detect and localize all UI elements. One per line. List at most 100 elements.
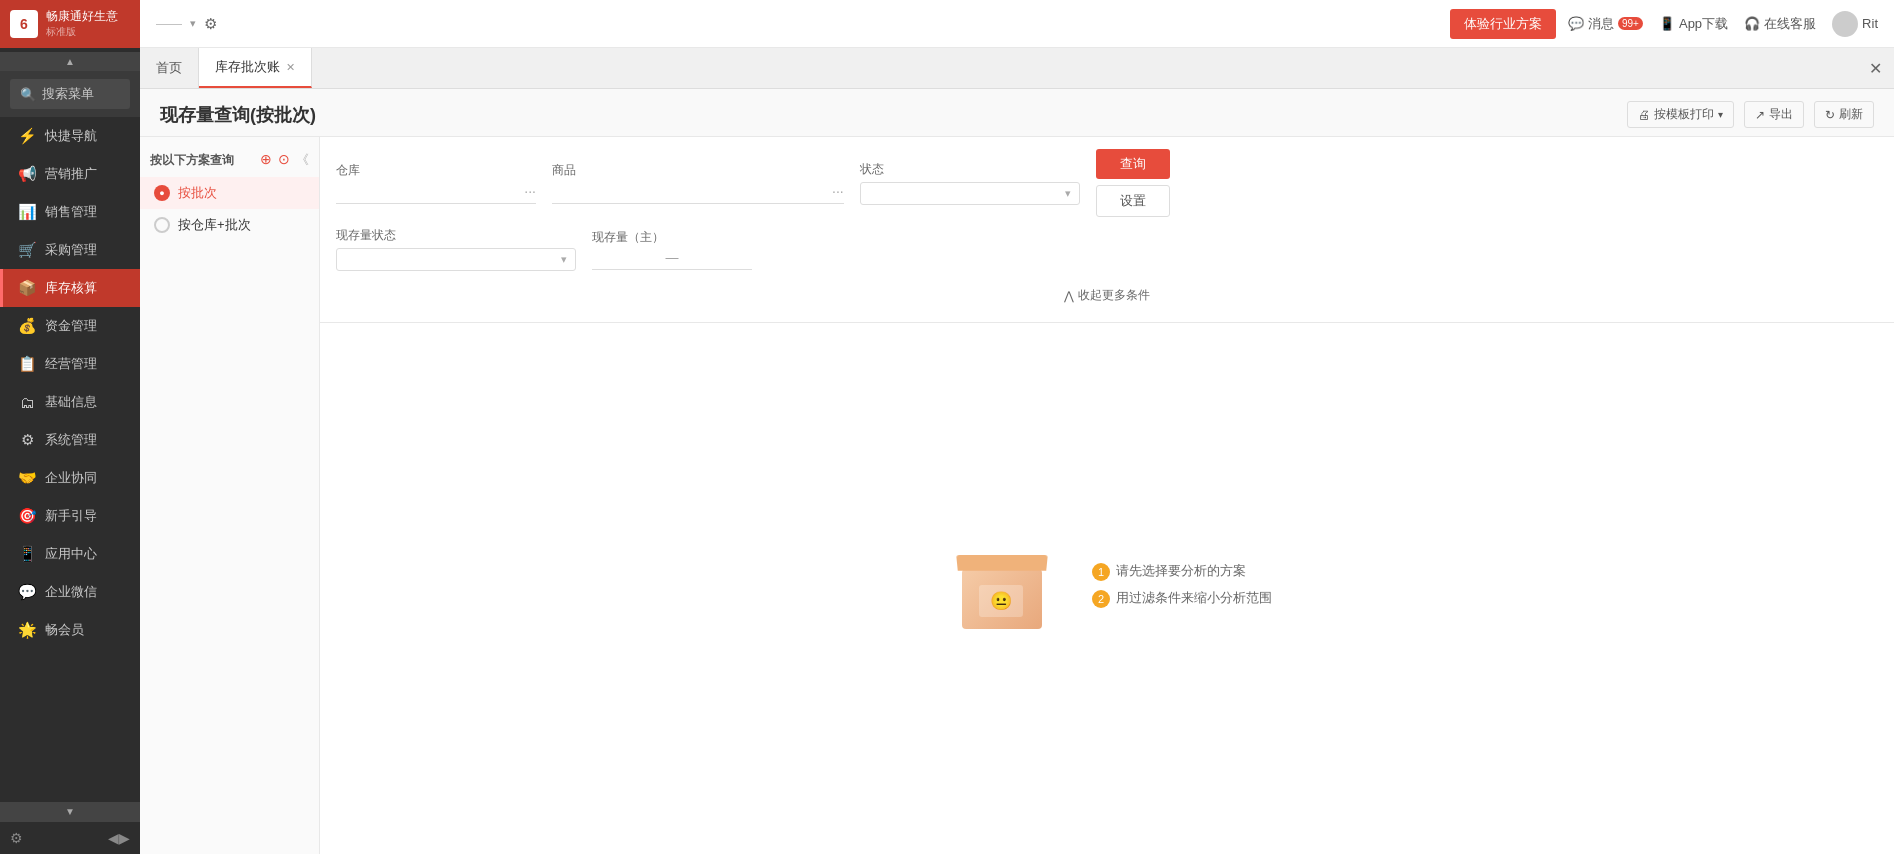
tip-1-number: 1 — [1092, 563, 1110, 581]
main-area: —— ▾ ⚙ 体验行业方案 💬 消息 99+ 📱 App下载 🎧 在线客服 Ri… — [140, 0, 1894, 854]
product-more-icon[interactable]: ··· — [832, 183, 844, 199]
status-select[interactable]: ▾ — [860, 182, 1080, 205]
left-panel-icons: ⊕ ⊙ 《 — [260, 151, 309, 169]
left-panel-header: 按以下方案查询 ⊕ ⊙ 《 — [140, 147, 319, 177]
sidebar-icon-purchase: 🛒 — [17, 241, 37, 259]
sidebar-item-purchase[interactable]: 🛒采购管理 — [0, 231, 140, 269]
headset-icon: 🎧 — [1744, 16, 1760, 31]
stock-status-select[interactable]: ▾ — [336, 248, 576, 271]
app-download-item[interactable]: 📱 App下载 — [1659, 15, 1728, 33]
sidebar-icon-basic: 🗂 — [17, 394, 37, 411]
warehouse-input-wrap: ··· — [336, 183, 536, 204]
search-icon: 🔍 — [20, 87, 36, 102]
topbar: —— ▾ ⚙ 体验行业方案 💬 消息 99+ 📱 App下载 🎧 在线客服 Ri… — [140, 0, 1894, 48]
online-service-item[interactable]: 🎧 在线客服 — [1744, 15, 1816, 33]
sidebar-item-newbie[interactable]: 🎯新手引导 — [0, 497, 140, 535]
status-label: 状态 — [860, 161, 1080, 178]
warehouse-more-icon[interactable]: ··· — [524, 183, 536, 199]
stock-quantity-field: 现存量（主） — — [592, 229, 752, 270]
scheme-inactive-dot — [154, 217, 170, 233]
sidebar-header: 6 畅康通好生意 标准版 — [0, 0, 140, 48]
sidebar-scroll-down[interactable]: ▼ — [0, 802, 140, 821]
sidebar-item-enterprise[interactable]: 🤝企业协同 — [0, 459, 140, 497]
sidebar-label-wechat: 企业微信 — [45, 583, 97, 601]
trial-button[interactable]: 体验行业方案 — [1450, 9, 1556, 39]
search-menu-button[interactable]: 🔍 搜索菜单 — [10, 79, 130, 109]
page-title: 现存量查询(按批次) — [160, 103, 316, 127]
tip-1: 1 请先选择要分析的方案 — [1092, 562, 1272, 581]
add-scheme-icon[interactable]: ⊕ — [260, 151, 272, 169]
product-label: 商品 — [552, 162, 844, 179]
sidebar-scroll-up[interactable]: ▲ — [0, 52, 140, 71]
product-input[interactable] — [552, 184, 832, 199]
settings-footer-btn[interactable]: ⚙ — [10, 830, 23, 846]
sidebar-item-basic[interactable]: 🗂基础信息 — [0, 383, 140, 421]
page-body: 按以下方案查询 ⊕ ⊙ 《 ● 按批次 按仓库+批次 — [140, 137, 1894, 854]
sidebar-label-app-center: 应用中心 — [45, 545, 97, 563]
scheme-item-by-warehouse-batch[interactable]: 按仓库+批次 — [140, 209, 319, 241]
sidebar-label-marketing: 营销推广 — [45, 165, 97, 183]
sidebar-label-quick-nav: 快捷导航 — [45, 127, 97, 145]
tip-2-number: 2 — [1092, 590, 1110, 608]
app-name: 畅康通好生意 — [46, 9, 118, 25]
box-face: 😐 — [979, 585, 1023, 617]
app-logo: 6 — [10, 10, 38, 38]
sidebar-label-inventory: 库存核算 — [45, 279, 97, 297]
product-input-wrap: ··· — [552, 183, 844, 204]
sidebar-item-member[interactable]: 🌟畅会员 — [0, 611, 140, 649]
topbar-breadcrumb: —— — [156, 16, 182, 31]
messages-badge: 99+ — [1618, 17, 1643, 30]
collapse-left-panel-icon[interactable]: 《 — [296, 151, 309, 169]
sidebar-item-quick-nav[interactable]: ⚡快捷导航 — [0, 117, 140, 155]
stock-quantity-to-input[interactable] — [685, 250, 753, 265]
collapse-more-button[interactable]: ⋀ 收起更多条件 — [336, 281, 1878, 310]
sidebar-icon-app-center: 📱 — [17, 545, 37, 563]
filter-area: 仓库 ··· 商品 ··· — [320, 137, 1894, 323]
collapse-sidebar-btn[interactable]: ◀▶ — [108, 830, 130, 846]
sidebar-footer: ⚙ ◀▶ — [0, 821, 140, 854]
sidebar-item-sales[interactable]: 📊销售管理 — [0, 193, 140, 231]
sidebar-icon-finance: 💰 — [17, 317, 37, 335]
query-button[interactable]: 查询 — [1096, 149, 1170, 179]
stock-quantity-from-input[interactable] — [592, 250, 660, 265]
messages-item[interactable]: 💬 消息 99+ — [1568, 15, 1643, 33]
sidebar-item-wechat[interactable]: 💬企业微信 — [0, 573, 140, 611]
export-button[interactable]: ↗ 导出 — [1744, 101, 1804, 128]
warehouse-input[interactable] — [336, 184, 524, 199]
settings-button[interactable]: 设置 — [1096, 185, 1170, 217]
empty-illustration: 😐 — [942, 529, 1062, 649]
sidebar-item-operations[interactable]: 📋经营管理 — [0, 345, 140, 383]
tip-1-text: 请先选择要分析的方案 — [1116, 562, 1246, 580]
tip-2: 2 用过滤条件来缩小分析范围 — [1092, 589, 1272, 608]
stock-quantity-dash-icon: — — [666, 250, 679, 265]
scheme-settings-icon[interactable]: ⊙ — [278, 151, 290, 169]
topbar-settings-icon[interactable]: ⚙ — [204, 15, 217, 33]
tab-close-icon[interactable]: ✕ — [286, 61, 295, 74]
sidebar-item-system[interactable]: ⚙系统管理 — [0, 421, 140, 459]
sidebar-item-finance[interactable]: 💰资金管理 — [0, 307, 140, 345]
topbar-nav: —— ▾ ⚙ — [156, 15, 1438, 33]
user-avatar-item[interactable]: Rit — [1832, 11, 1878, 37]
sidebar-item-app-center[interactable]: 📱 应用中心 — [0, 535, 140, 573]
page-actions: 🖨 按模板打印 ▾ ↗ 导出 ↻ 刷新 — [1627, 101, 1874, 128]
stock-status-label: 现存量状态 — [336, 227, 576, 244]
chevron-up-icon: ⋀ — [1064, 289, 1074, 303]
status-chevron-icon: ▾ — [1065, 187, 1071, 200]
phone-icon: 📱 — [1659, 16, 1675, 31]
tabbar-close-button[interactable]: ✕ — [1857, 59, 1894, 78]
sidebar-item-inventory[interactable]: 📦库存核算 — [0, 269, 140, 307]
tab-home[interactable]: 首页 — [140, 48, 199, 88]
left-panel: 按以下方案查询 ⊕ ⊙ 《 ● 按批次 按仓库+批次 — [140, 137, 320, 854]
right-panel: 仓库 ··· 商品 ··· — [320, 137, 1894, 854]
sidebar-icon-operations: 📋 — [17, 355, 37, 373]
warehouse-field: 仓库 ··· — [336, 162, 536, 204]
sidebar-label-member: 畅会员 — [45, 621, 84, 639]
tab-inventory-batch[interactable]: 库存批次账 ✕ — [199, 48, 312, 88]
app-info: 畅康通好生意 标准版 — [46, 9, 118, 39]
sidebar-icon-sales: 📊 — [17, 203, 37, 221]
topbar-chevron-icon[interactable]: ▾ — [190, 17, 196, 30]
scheme-item-by-batch[interactable]: ● 按批次 — [140, 177, 319, 209]
print-template-button[interactable]: 🖨 按模板打印 ▾ — [1627, 101, 1734, 128]
refresh-button[interactable]: ↻ 刷新 — [1814, 101, 1874, 128]
sidebar-item-marketing[interactable]: 📢营销推广 — [0, 155, 140, 193]
